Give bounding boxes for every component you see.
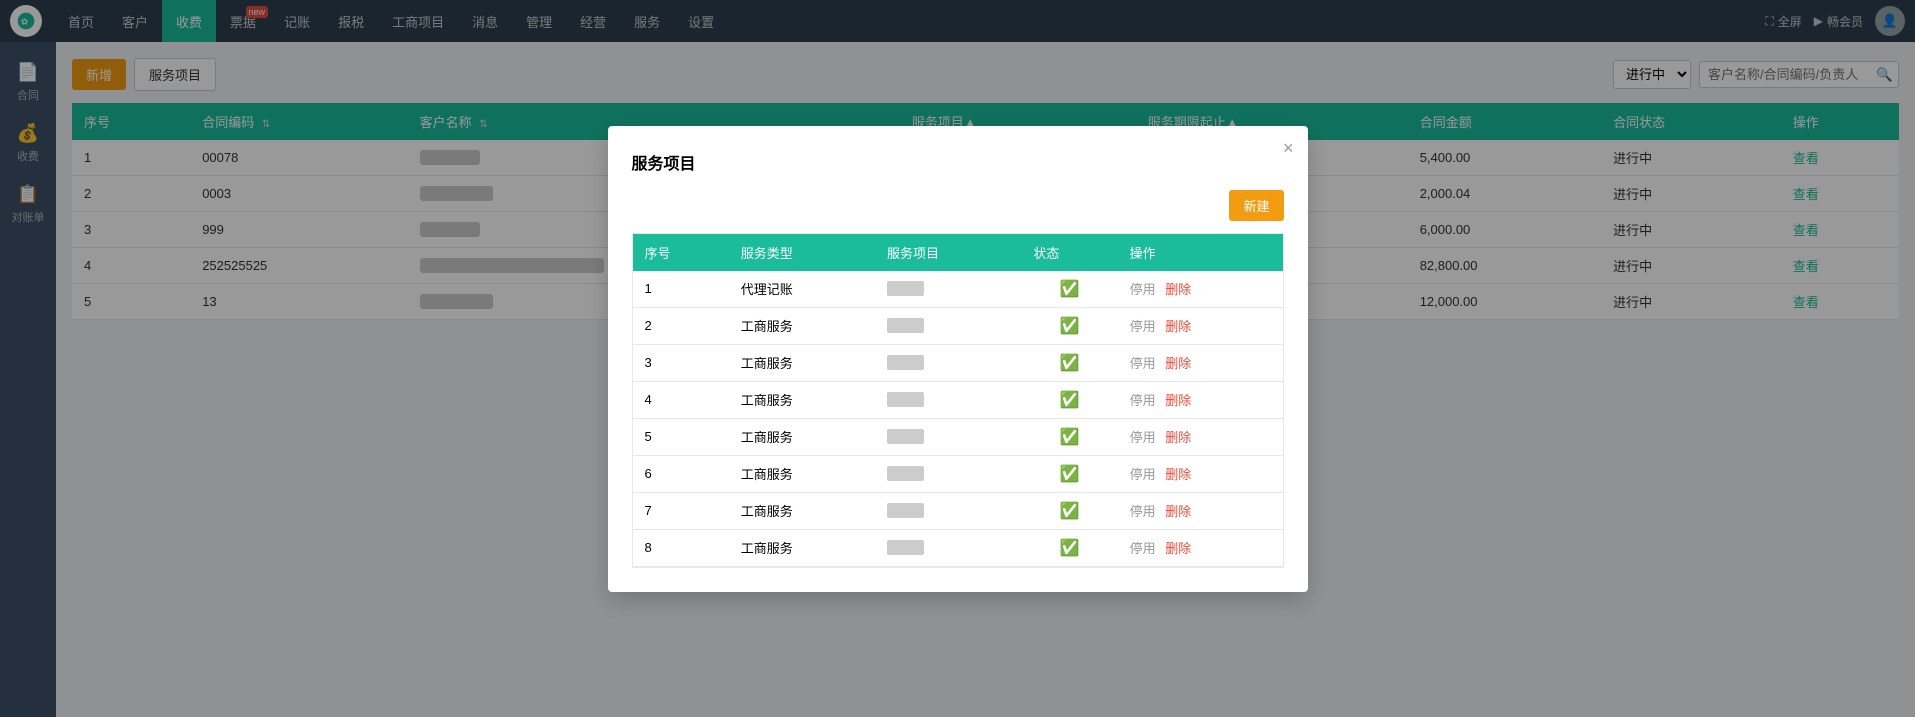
modal-cell-type: 工商服务 xyxy=(729,418,875,455)
modal-cell-item xyxy=(875,529,1021,566)
modal-cell-no: 3 xyxy=(633,344,729,381)
status-check-icon: ✅ xyxy=(1060,392,1080,409)
modal-cell-item xyxy=(875,271,1021,308)
modal-cell-type: 代理记账 xyxy=(729,271,875,308)
modal-cell-type: 工商服务 xyxy=(729,344,875,381)
modal-table-row: 8 工商服务 ✅ 停用 删除 xyxy=(633,529,1283,566)
modal-table-header: 序号 服务类型 服务项目 状态 操作 xyxy=(633,234,1283,271)
delete-button[interactable]: 删除 xyxy=(1165,504,1191,519)
status-check-icon: ✅ xyxy=(1060,318,1080,335)
delete-button[interactable]: 删除 xyxy=(1165,356,1191,371)
delete-button[interactable]: 删除 xyxy=(1165,430,1191,445)
modal-cell-item xyxy=(875,344,1021,381)
modal-cell-no: 6 xyxy=(633,455,729,492)
modal-col-no: 序号 xyxy=(633,234,729,271)
modal-table-row: 6 工商服务 ✅ 停用 删除 xyxy=(633,455,1283,492)
modal-cell-status: ✅ xyxy=(1021,492,1117,529)
modal-col-item: 服务项目 xyxy=(875,234,1021,271)
delete-button[interactable]: 删除 xyxy=(1165,393,1191,408)
modal-table: 序号 服务类型 服务项目 状态 操作 1 代理记账 ✅ 停用 删除 2 工商服务 xyxy=(633,234,1283,567)
stop-button[interactable]: 停用 xyxy=(1130,467,1156,482)
status-check-icon: ✅ xyxy=(1060,281,1080,298)
modal-cell-type: 工商服务 xyxy=(729,307,875,344)
modal-table-row: 2 工商服务 ✅ 停用 删除 xyxy=(633,307,1283,344)
modal-toolbar: 新建 xyxy=(632,190,1284,221)
modal-table-row: 7 工商服务 ✅ 停用 删除 xyxy=(633,492,1283,529)
modal-col-action: 操作 xyxy=(1118,234,1283,271)
modal-cell-action: 停用 删除 xyxy=(1118,455,1283,492)
stop-button[interactable]: 停用 xyxy=(1130,356,1156,371)
modal-table-row: 1 代理记账 ✅ 停用 删除 xyxy=(633,271,1283,308)
modal-cell-type: 工商服务 xyxy=(729,529,875,566)
delete-button[interactable]: 删除 xyxy=(1165,541,1191,556)
modal: × 服务项目 新建 序号 服务类型 服务项目 状态 操作 1 代理记账 xyxy=(608,126,1308,592)
modal-cell-status: ✅ xyxy=(1021,418,1117,455)
modal-cell-action: 停用 删除 xyxy=(1118,381,1283,418)
modal-cell-no: 2 xyxy=(633,307,729,344)
stop-button[interactable]: 停用 xyxy=(1130,319,1156,334)
modal-cell-status: ✅ xyxy=(1021,381,1117,418)
modal-cell-no: 1 xyxy=(633,271,729,308)
modal-cell-action: 停用 删除 xyxy=(1118,418,1283,455)
modal-cell-no: 8 xyxy=(633,529,729,566)
modal-cell-status: ✅ xyxy=(1021,271,1117,308)
modal-cell-action: 停用 删除 xyxy=(1118,529,1283,566)
modal-cell-item xyxy=(875,418,1021,455)
delete-button[interactable]: 删除 xyxy=(1165,319,1191,334)
modal-cell-type: 工商服务 xyxy=(729,455,875,492)
modal-cell-status: ✅ xyxy=(1021,455,1117,492)
modal-table-wrap: 序号 服务类型 服务项目 状态 操作 1 代理记账 ✅ 停用 删除 2 工商服务 xyxy=(632,233,1284,568)
modal-cell-item xyxy=(875,381,1021,418)
modal-cell-action: 停用 删除 xyxy=(1118,344,1283,381)
modal-col-status: 状态 xyxy=(1021,234,1117,271)
modal-cell-type: 工商服务 xyxy=(729,381,875,418)
status-check-icon: ✅ xyxy=(1060,540,1080,557)
stop-button[interactable]: 停用 xyxy=(1130,282,1156,297)
modal-cell-status: ✅ xyxy=(1021,344,1117,381)
delete-button[interactable]: 删除 xyxy=(1165,282,1191,297)
modal-table-row: 4 工商服务 ✅ 停用 删除 xyxy=(633,381,1283,418)
modal-new-button[interactable]: 新建 xyxy=(1229,190,1283,221)
stop-button[interactable]: 停用 xyxy=(1130,393,1156,408)
status-check-icon: ✅ xyxy=(1060,355,1080,372)
modal-cell-status: ✅ xyxy=(1021,307,1117,344)
status-check-icon: ✅ xyxy=(1060,466,1080,483)
modal-title: 服务项目 xyxy=(632,150,1284,174)
status-check-icon: ✅ xyxy=(1060,429,1080,446)
modal-table-row: 5 工商服务 ✅ 停用 删除 xyxy=(633,418,1283,455)
modal-cell-type: 工商服务 xyxy=(729,492,875,529)
stop-button[interactable]: 停用 xyxy=(1130,430,1156,445)
modal-cell-status: ✅ xyxy=(1021,529,1117,566)
modal-cell-action: 停用 删除 xyxy=(1118,492,1283,529)
modal-cell-item xyxy=(875,492,1021,529)
modal-table-row: 3 工商服务 ✅ 停用 删除 xyxy=(633,344,1283,381)
modal-cell-action: 停用 删除 xyxy=(1118,307,1283,344)
modal-cell-no: 5 xyxy=(633,418,729,455)
modal-cell-item xyxy=(875,455,1021,492)
modal-cell-action: 停用 删除 xyxy=(1118,271,1283,308)
modal-cell-item xyxy=(875,307,1021,344)
modal-col-type: 服务类型 xyxy=(729,234,875,271)
modal-cell-no: 4 xyxy=(633,381,729,418)
modal-cell-no: 7 xyxy=(633,492,729,529)
stop-button[interactable]: 停用 xyxy=(1130,504,1156,519)
delete-button[interactable]: 删除 xyxy=(1165,467,1191,482)
stop-button[interactable]: 停用 xyxy=(1130,541,1156,556)
modal-table-body: 1 代理记账 ✅ 停用 删除 2 工商服务 ✅ 停用 删除 3 工商服务 ✅ 停… xyxy=(633,271,1283,567)
modal-close-button[interactable]: × xyxy=(1283,138,1294,159)
status-check-icon: ✅ xyxy=(1060,503,1080,520)
modal-overlay[interactable]: × 服务项目 新建 序号 服务类型 服务项目 状态 操作 1 代理记账 xyxy=(0,0,1915,717)
